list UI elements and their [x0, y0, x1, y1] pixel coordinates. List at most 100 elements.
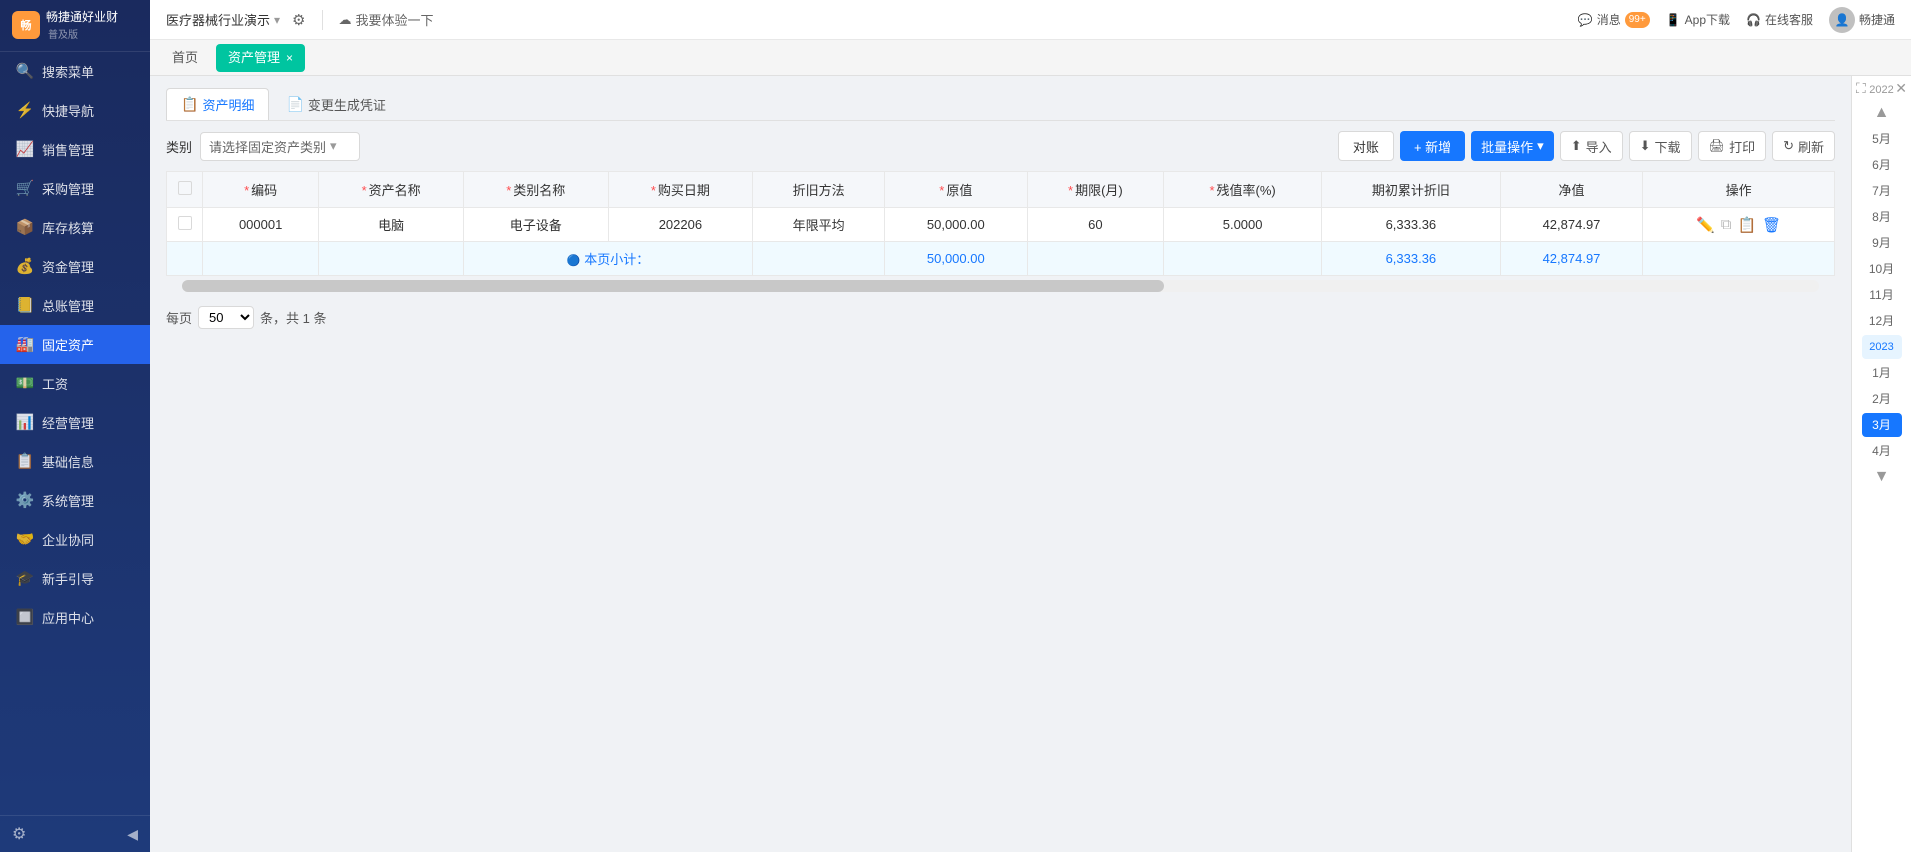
timeline-month-12[interactable]: 12月 [1862, 309, 1902, 333]
inventory-icon: 📦 [16, 218, 34, 236]
timeline-month-11[interactable]: 11月 [1862, 283, 1902, 307]
print-btn[interactable]: 🖨 打印 [1698, 131, 1767, 161]
batch-arrow-icon: ▾ [1537, 138, 1544, 154]
notifications-label: 消息 [1597, 11, 1621, 28]
app-center-icon: 🔲 [16, 608, 34, 626]
sidebar-item-label: 新手引导 [42, 569, 94, 588]
app-download-btn[interactable]: 📱 App下载 [1666, 11, 1730, 28]
account-btn[interactable]: 对账 [1338, 131, 1394, 161]
tab-asset-detail[interactable]: 📋 资产明细 [166, 88, 269, 120]
refresh-icon: ↻ [1783, 138, 1794, 154]
sidebar-item-operations[interactable]: 📊 经营管理 [0, 403, 150, 442]
timeline-month-3[interactable]: 3月 [1862, 413, 1902, 437]
subtotal-empty-actions [1643, 242, 1835, 276]
sidebar-item-label: 快捷导航 [42, 101, 94, 120]
sidebar-item-cooperation[interactable]: 🤝 企业协同 [0, 520, 150, 559]
edit-icon[interactable]: ✏️ [1696, 216, 1715, 234]
sidebar-item-inventory[interactable]: 📦 库存核算 [0, 208, 150, 247]
search-icon: 🔍 [16, 62, 34, 80]
bell-icon: 💬 [1578, 13, 1593, 27]
sidebar-item-quick-nav[interactable]: ⚡ 快捷导航 [0, 91, 150, 130]
user-area[interactable]: 👤 畅捷通 [1829, 7, 1895, 33]
scrollbar-thumb[interactable] [182, 280, 1164, 292]
asset-table: *编码 *资产名称 *类别名称 *购买日期 折旧方法 *原值 *期限(月) *残… [166, 171, 1835, 276]
company-arrow-icon: ▾ [274, 13, 280, 27]
copy-icon[interactable]: ⧉ [1721, 216, 1732, 233]
sidebar-item-basic-info[interactable]: 📋 基础信息 [0, 442, 150, 481]
sidebar-item-fixed-assets[interactable]: 🏭 固定资产 [0, 325, 150, 364]
timeline-month-10[interactable]: 10月 [1862, 257, 1902, 281]
subtotal-empty-code [203, 242, 319, 276]
filter-arrow-icon: ▾ [330, 138, 337, 154]
row-checkbox[interactable] [178, 216, 192, 230]
timeline-month-9[interactable]: 9月 [1862, 231, 1902, 255]
sidebar-item-search[interactable]: 🔍 搜索菜单 [0, 52, 150, 91]
sidebar-item-system[interactable]: ⚙️ 系统管理 [0, 481, 150, 520]
table-header-row: *编码 *资产名称 *类别名称 *购买日期 折旧方法 *原值 *期限(月) *残… [167, 172, 1835, 208]
subtotal-empty-rate [1164, 242, 1322, 276]
sidebar-item-sales[interactable]: 📈 销售管理 [0, 130, 150, 169]
new-btn[interactable]: + 新增 [1400, 131, 1465, 161]
cell-net-value: 42,874.97 [1500, 208, 1642, 242]
timeline-up-icon[interactable]: ▲ [1874, 104, 1890, 122]
horizontal-scrollbar[interactable] [182, 280, 1819, 292]
sidebar-item-payroll[interactable]: 💵 工资 [0, 364, 150, 403]
operations-icon: 📊 [16, 413, 34, 431]
th-depreciation-method: 折旧方法 [753, 172, 885, 208]
category-filter[interactable]: 请选择固定资产类别 ▾ [200, 132, 360, 161]
download-btn[interactable]: ⬇ 下载 [1629, 131, 1692, 161]
try-experience[interactable]: ☁ 我要体验一下 [339, 10, 434, 29]
settings-gear-icon[interactable]: ⚙ [292, 11, 305, 29]
sidebar: 畅 畅捷通好业财 普及版 🔍 搜索菜单 ⚡ 快捷导航 📈 销售管理 🛒 采购管理… [0, 0, 150, 852]
import-btn[interactable]: ⬆ 导入 [1560, 131, 1623, 161]
pagination-total: 条，共 1 条 [260, 308, 326, 327]
online-service-btn[interactable]: 🎧 在线客服 [1746, 11, 1813, 28]
quick-nav-icon: ⚡ [16, 101, 34, 119]
sidebar-item-finance[interactable]: 💰 资金管理 [0, 247, 150, 286]
th-checkbox [167, 172, 203, 208]
download-icon: ⬇ [1640, 138, 1651, 154]
app-name: 畅捷通好业财 [46, 10, 118, 26]
timeline-expand-icon[interactable]: ⛶ [1856, 80, 1866, 97]
toolbar: 类别 请选择固定资产类别 ▾ 对账 + 新增 批量操作 ▾ [166, 131, 1835, 161]
tab-close-icon[interactable]: × [286, 44, 293, 72]
timeline-month-7[interactable]: 7月 [1862, 179, 1902, 203]
sidebar-item-purchase[interactable]: 🛒 采购管理 [0, 169, 150, 208]
sidebar-item-label: 采购管理 [42, 179, 94, 198]
batch-btn[interactable]: 批量操作 ▾ [1471, 131, 1554, 161]
timeline-down-icon[interactable]: ▼ [1874, 468, 1890, 486]
timeline-month-1[interactable]: 1月 [1862, 361, 1902, 385]
refresh-btn[interactable]: ↻ 刷新 [1772, 131, 1835, 161]
sidebar-item-ledger[interactable]: 📒 总账管理 [0, 286, 150, 325]
th-period: *期限(月) [1027, 172, 1164, 208]
timeline-close-icon[interactable]: ✕ [1895, 80, 1907, 97]
finance-icon: 💰 [16, 257, 34, 275]
timeline-month-2[interactable]: 2月 [1862, 387, 1902, 411]
delete-icon[interactable]: 🗑 [1762, 216, 1781, 234]
asset-detail-tab-icon: 📋 [181, 96, 198, 113]
headset-icon: 🎧 [1746, 13, 1761, 27]
timeline-month-4[interactable]: 4月 [1862, 439, 1902, 463]
duplicate-icon[interactable]: 📋 [1737, 216, 1756, 234]
tabbar: 首页 资产管理 × [150, 40, 1911, 76]
th-net-value: 净值 [1500, 172, 1642, 208]
timeline-month-6[interactable]: 6月 [1862, 153, 1902, 177]
collapse-arrow-icon[interactable]: ◀ [127, 826, 138, 843]
tab-home[interactable]: 首页 [158, 44, 212, 72]
th-name: *资产名称 [319, 172, 464, 208]
th-code: *编码 [203, 172, 319, 208]
tab-change-voucher[interactable]: 📄 变更生成凭证 [271, 88, 400, 120]
notifications-btn[interactable]: 💬 消息 99+ [1578, 11, 1650, 28]
sidebar-item-guide[interactable]: 🎓 新手引导 [0, 559, 150, 598]
tab-asset-management[interactable]: 资产管理 × [216, 44, 305, 72]
timeline-month-5[interactable]: 5月 [1862, 127, 1902, 151]
page-size-select[interactable]: 50 100 200 [198, 306, 254, 329]
company-selector[interactable]: 医疗器械行业演示 ▾ [166, 10, 280, 29]
sidebar-item-label: 工资 [42, 374, 68, 393]
avatar: 👤 [1829, 7, 1855, 33]
sidebar-item-label: 固定资产 [42, 335, 94, 354]
settings-icon[interactable]: ⚙ [12, 824, 26, 844]
sidebar-item-app-center[interactable]: 🔲 应用中心 [0, 598, 150, 637]
select-all-checkbox[interactable] [178, 181, 192, 195]
timeline-month-8[interactable]: 8月 [1862, 205, 1902, 229]
